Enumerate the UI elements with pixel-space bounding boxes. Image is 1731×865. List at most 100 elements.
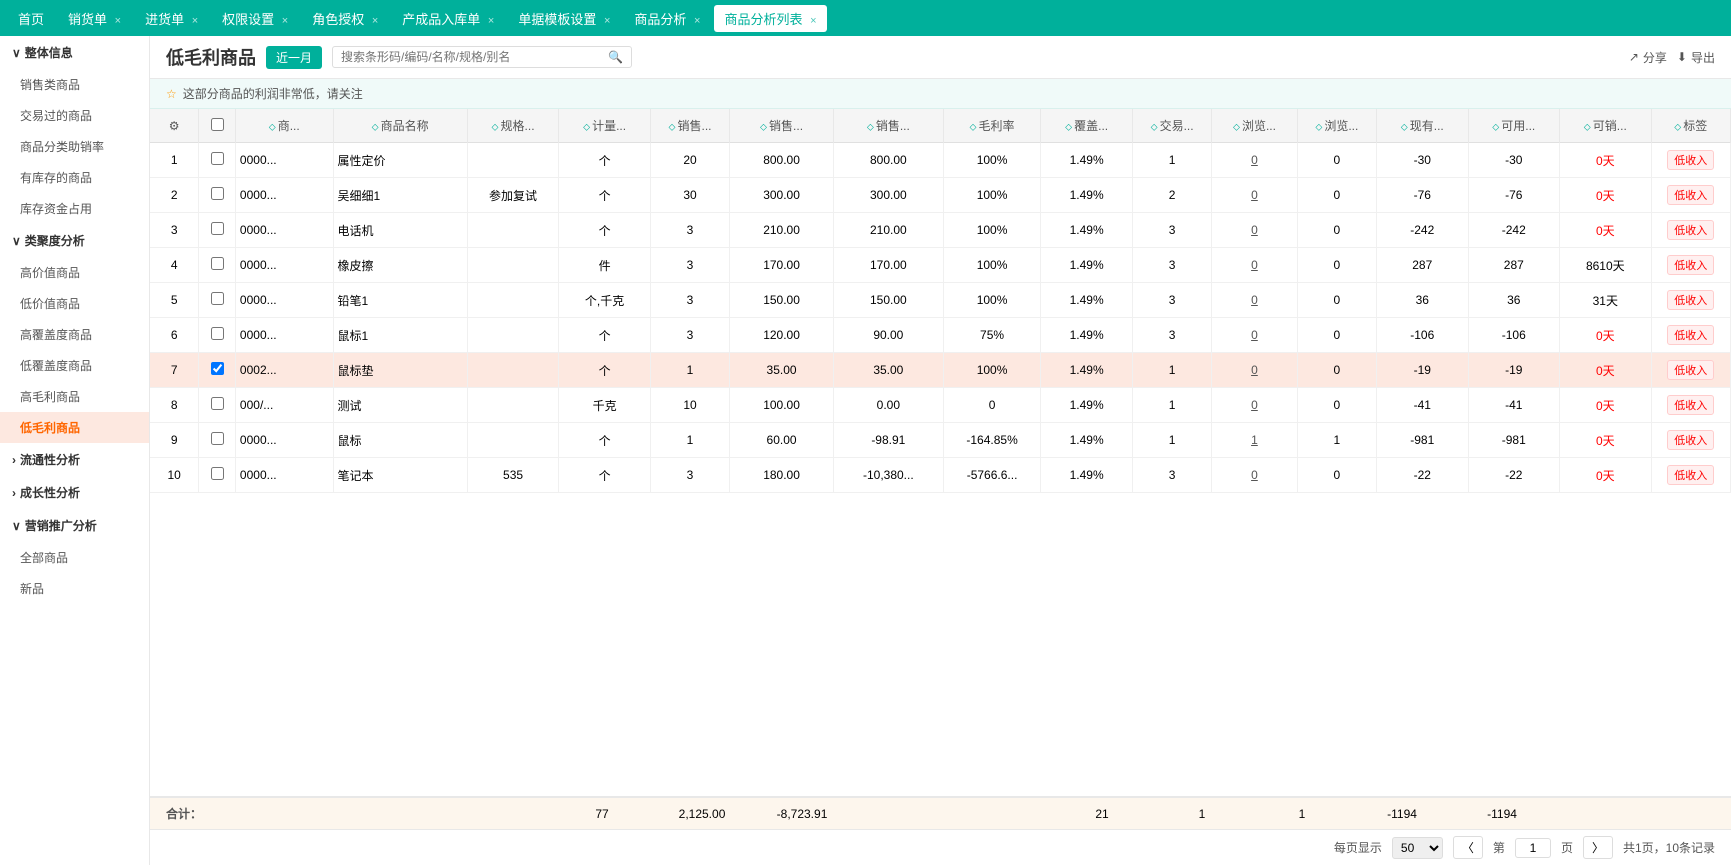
next-page-button[interactable]: 〉 [1583,836,1613,859]
export-button[interactable]: ⬇ 导出 [1677,49,1715,66]
close-sales-icon[interactable]: × [115,15,121,27]
share-button[interactable]: ↗ 分享 [1629,49,1667,66]
row-checkbox[interactable] [199,283,236,318]
col-code[interactable]: ⬦商... [235,109,333,143]
browse1-link[interactable]: 0 [1251,468,1258,482]
sidebar-item-new-goods[interactable]: 新品 [0,573,149,604]
row-checkbox[interactable] [199,248,236,283]
sidebar-section-flow[interactable]: › 流通性分析 [0,443,149,476]
browse1-link[interactable]: 1 [1251,433,1258,447]
browse1-link[interactable]: 0 [1251,258,1258,272]
col-name[interactable]: ⬦商品名称 [333,109,467,143]
page-number-input[interactable] [1515,838,1551,858]
nav-item-template[interactable]: 单据模板设置 × [508,5,620,32]
sidebar-item-category-rate[interactable]: 商品分类助销率 [0,131,149,162]
col-spec[interactable]: ⬦规格... [467,109,559,143]
col-cover-rate[interactable]: ⬦覆盖... [1041,109,1133,143]
browse1-link[interactable]: 0 [1251,363,1258,377]
page-size-select[interactable]: 50 100 200 [1392,837,1443,859]
sidebar-item-all-goods[interactable]: 全部商品 [0,542,149,573]
row-checkbox[interactable] [199,458,236,493]
nav-item-sales[interactable]: 销货单 × [58,5,131,32]
browse1-link[interactable]: 0 [1251,398,1258,412]
col-tag[interactable]: ⬦标签 [1651,109,1730,143]
col-settings[interactable]: ⚙ [150,109,199,143]
row-select-checkbox[interactable] [211,152,224,165]
row-trade: 2 [1132,178,1211,213]
nav-item-permission[interactable]: 权限设置 × [212,5,298,32]
sidebar-item-stock-capital[interactable]: 库存资金占用 [0,193,149,224]
row-sale-amt: 800.00 [833,143,943,178]
row-checkbox[interactable] [199,143,236,178]
row-select-checkbox[interactable] [211,187,224,200]
close-analysis-icon[interactable]: × [694,15,700,27]
col-saleable[interactable]: ⬦可销... [1560,109,1652,143]
row-saleable: 0天 [1560,388,1652,423]
sidebar-item-low-value[interactable]: 低价值商品 [0,288,149,319]
col-browse1[interactable]: ⬦浏览... [1212,109,1297,143]
table-row: 6 0000... 鼠标1 个 3 120.00 90.00 75% 1.49%… [150,318,1731,353]
col-avail[interactable]: ⬦可用... [1468,109,1560,143]
sidebar-item-sales-goods[interactable]: 销售类商品 [0,69,149,100]
close-permission-icon[interactable]: × [282,15,288,27]
row-select-checkbox[interactable] [211,327,224,340]
search-input[interactable] [341,50,602,64]
row-select-checkbox[interactable] [211,222,224,235]
row-cover-rate: 1.49% [1041,318,1133,353]
search-icon[interactable]: 🔍 [608,50,623,64]
col-browse2[interactable]: ⬦浏览... [1297,109,1376,143]
nav-item-product-analysis-list[interactable]: 商品分析列表 × [714,5,826,32]
row-select-checkbox[interactable] [211,432,224,445]
date-filter-button[interactable]: 近一月 [266,46,322,69]
close-list-icon[interactable]: × [810,15,816,27]
row-stock: -242 [1376,213,1468,248]
row-select-checkbox[interactable] [211,257,224,270]
sidebar-item-low-coverage[interactable]: 低覆盖度商品 [0,350,149,381]
nav-item-role[interactable]: 角色授权 × [302,5,388,32]
sidebar-item-low-margin[interactable]: 低毛利商品 [0,412,149,443]
sidebar-item-stock-goods[interactable]: 有库存的商品 [0,162,149,193]
row-checkbox[interactable] [199,318,236,353]
nav-item-product-entry[interactable]: 产成品入库单 × [392,5,504,32]
browse1-link[interactable]: 0 [1251,293,1258,307]
sidebar-section-marketing[interactable]: ∨ 营销推广分析 [0,509,149,542]
sidebar-item-high-coverage[interactable]: 高覆盖度商品 [0,319,149,350]
col-stock[interactable]: ⬦现有... [1376,109,1468,143]
row-checkbox[interactable] [199,423,236,458]
close-role-icon[interactable]: × [372,15,378,27]
col-checkbox[interactable] [199,109,236,143]
col-sale-amt[interactable]: ⬦销售... [833,109,943,143]
col-trade[interactable]: ⬦交易... [1132,109,1211,143]
sidebar-section-growth[interactable]: › 成长性分析 [0,476,149,509]
col-gross-rate[interactable]: ⬦毛利率 [943,109,1041,143]
close-product-entry-icon[interactable]: × [488,15,494,27]
select-all-checkbox[interactable] [211,118,224,131]
col-unit[interactable]: ⬦计量... [559,109,651,143]
row-select-checkbox[interactable] [211,397,224,410]
row-select-checkbox[interactable] [211,467,224,480]
col-sale-qty[interactable]: ⬦销售... [650,109,729,143]
prev-page-button[interactable]: 〈 [1453,836,1483,859]
browse1-link[interactable]: 0 [1251,328,1258,342]
sidebar-item-high-value[interactable]: 高价值商品 [0,257,149,288]
sidebar-item-traded-goods[interactable]: 交易过的商品 [0,100,149,131]
close-template-icon[interactable]: × [604,15,610,27]
row-checkbox[interactable] [199,213,236,248]
row-select-checkbox[interactable] [211,292,224,305]
sidebar-item-high-margin[interactable]: 高毛利商品 [0,381,149,412]
sidebar-section-cluster[interactable]: ∨ 类聚度分析 [0,224,149,257]
row-checkbox[interactable] [199,178,236,213]
nav-item-purchase[interactable]: 进货单 × [135,5,208,32]
row-no: 3 [150,213,199,248]
browse1-link[interactable]: 0 [1251,223,1258,237]
close-purchase-icon[interactable]: × [192,15,198,27]
nav-item-product-analysis[interactable]: 商品分析 × [624,5,710,32]
browse1-link[interactable]: 0 [1251,188,1258,202]
row-checkbox[interactable] [199,353,236,388]
browse1-link[interactable]: 0 [1251,153,1258,167]
row-select-checkbox[interactable] [211,362,224,375]
row-checkbox[interactable] [199,388,236,423]
col-sale-price[interactable]: ⬦销售... [730,109,834,143]
nav-item-home[interactable]: 首页 [8,5,54,32]
sidebar-section-overall[interactable]: ∨ 整体信息 [0,36,149,69]
